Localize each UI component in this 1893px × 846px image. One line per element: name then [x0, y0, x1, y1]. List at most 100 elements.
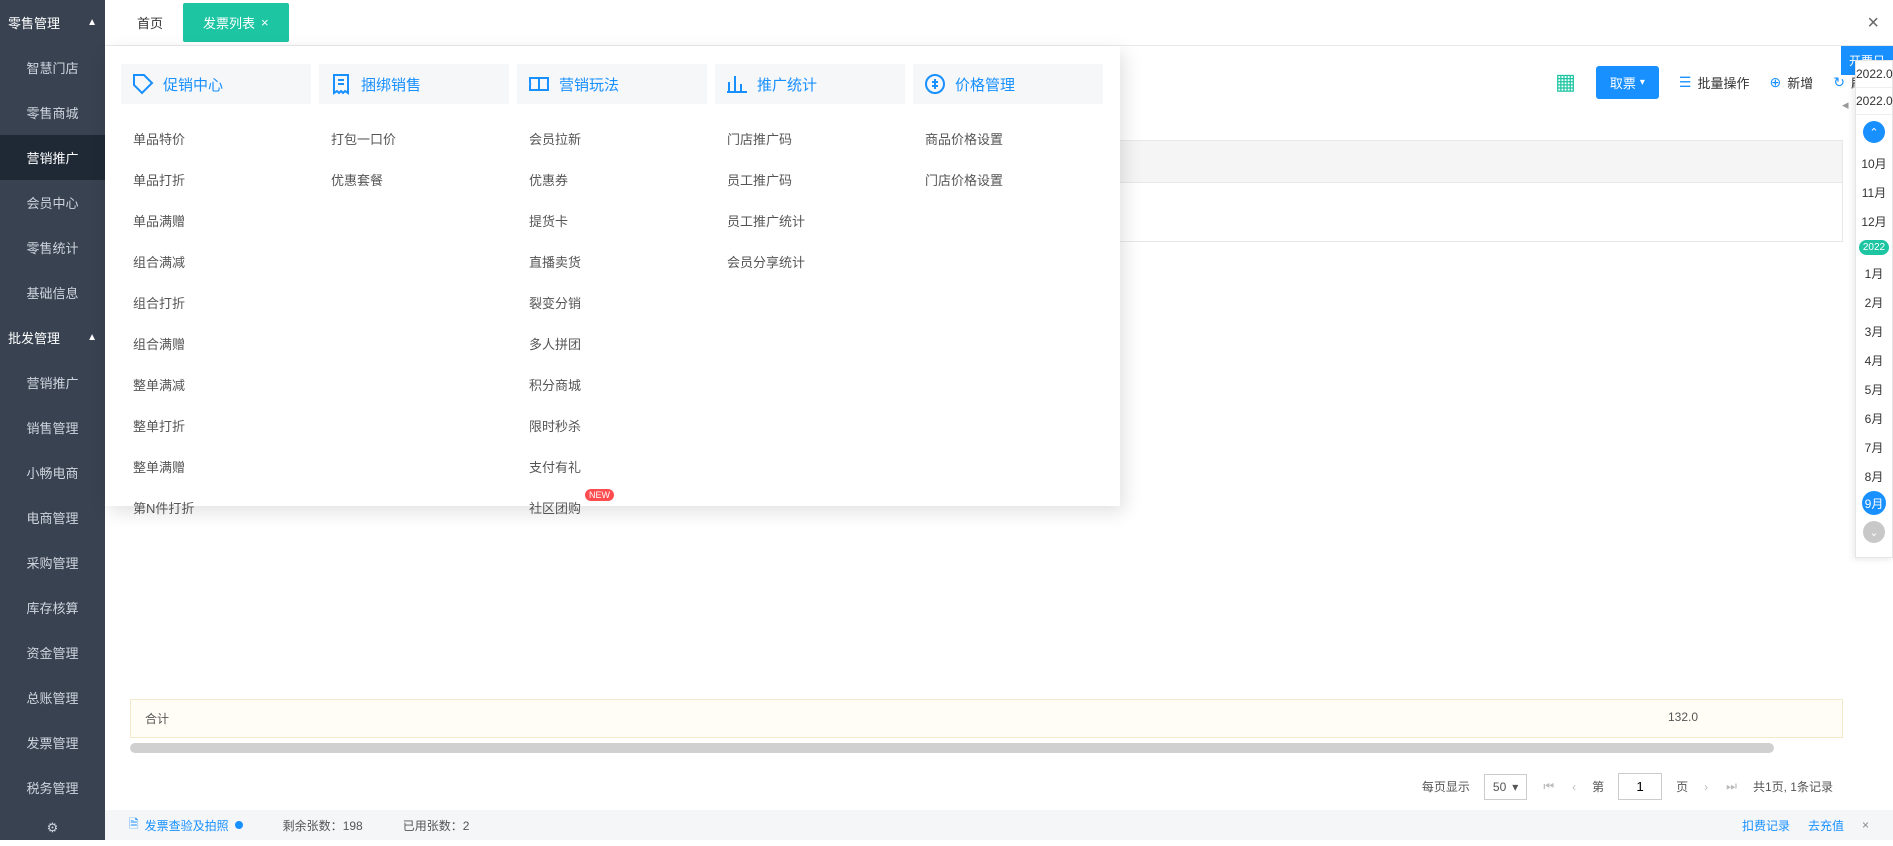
mega-item[interactable]: 多人拼团 [517, 323, 707, 364]
total-amount: 132.0 [1668, 710, 1698, 727]
mega-item[interactable]: 优惠套餐 [319, 159, 509, 200]
mega-col-marketing: 营销玩法 会员拉新 优惠券 提货卡 直播卖货 裂变分销 多人拼团 积分商城 限时… [517, 64, 707, 488]
mega-item[interactable]: 商品价格设置 [913, 118, 1103, 159]
date-top[interactable]: 2022.0 [1856, 88, 1892, 115]
month-item[interactable]: 10月 [1861, 149, 1886, 178]
mega-item[interactable]: 支付有礼 [517, 446, 707, 487]
sidebar-item-marketing[interactable]: 营销推广 [0, 135, 105, 180]
invoice-verify-link[interactable]: 🗎发票查验及拍照 [129, 815, 243, 836]
month-item[interactable]: 4月 [1865, 346, 1884, 375]
mega-col-promo: 促销中心 单品特价 单品打折 单品满赠 组合满减 组合打折 组合满赠 整单满减 … [121, 64, 311, 488]
close-icon[interactable]: × [1862, 818, 1869, 832]
sidebar-item-retail-stats[interactable]: 零售统计 [0, 225, 105, 270]
sidebar-item-tax[interactable]: 税务管理 [0, 765, 105, 810]
gear-icon: ⚙ [47, 820, 59, 835]
mega-item[interactable]: 裂变分销 [517, 282, 707, 323]
mega-item[interactable]: 员工推广码 [715, 159, 905, 200]
sidebar-item-wholesale-marketing[interactable]: 营销推广 [0, 360, 105, 405]
sidebar-item-finance[interactable]: 资金管理 [0, 630, 105, 675]
mega-item[interactable]: 限时秒杀 [517, 405, 707, 446]
tab-invoice-list[interactable]: 发票列表× [183, 3, 289, 42]
tag-icon [131, 72, 155, 96]
month-item[interactable]: 2月 [1865, 288, 1884, 317]
sidebar-item-basic-info[interactable]: 基础信息 [0, 270, 105, 315]
mega-item[interactable]: 整单满减 [121, 364, 311, 405]
mega-head-bundle: 捆绑销售 [319, 64, 509, 104]
dot-icon [235, 821, 243, 829]
date-top[interactable]: 2022.0 [1856, 61, 1892, 88]
close-icon[interactable]: × [261, 15, 269, 30]
tab-home[interactable]: 首页 [117, 3, 183, 42]
sidebar-item-sales-mgmt[interactable]: 销售管理 [0, 405, 105, 450]
billing-log-link[interactable]: 扣费记录 [1742, 817, 1790, 834]
qrcode-icon[interactable]: ▦ [1555, 69, 1576, 95]
recharge-link[interactable]: 去充值 [1808, 817, 1844, 834]
month-item[interactable]: 8月 [1865, 462, 1884, 491]
month-item[interactable]: 1月 [1865, 259, 1884, 288]
mega-item[interactable]: 组合满减 [121, 241, 311, 282]
scroll-down-icon[interactable]: ⌄ [1863, 521, 1885, 543]
total-label: 合计 [145, 710, 169, 727]
page-first[interactable]: ⏮ [1541, 779, 1556, 794]
page-prev[interactable]: ‹ [1570, 780, 1578, 794]
page-last[interactable]: ⏭ [1724, 779, 1739, 794]
chevron-up-icon: ▲ [87, 17, 97, 28]
sidebar-item-ecomm-mgmt[interactable]: 电商管理 [0, 495, 105, 540]
mega-head-price: 价格管理 [913, 64, 1103, 104]
page-input[interactable] [1618, 773, 1662, 800]
year-badge: 2022 [1859, 240, 1889, 255]
mega-item[interactable]: 单品打折 [121, 159, 311, 200]
sidebar-item-ledger[interactable]: 总账管理 [0, 675, 105, 720]
month-item[interactable]: 11月 [1862, 178, 1886, 207]
scroll-up-icon[interactable]: ⌃ [1863, 121, 1885, 143]
mega-item[interactable]: 第N件打折 [121, 487, 311, 528]
h-scrollbar[interactable] [130, 743, 1843, 755]
month-item[interactable]: 7月 [1865, 433, 1884, 462]
sidebar-item-invoice[interactable]: 发票管理 [0, 720, 105, 765]
mega-item[interactable]: 组合打折 [121, 282, 311, 323]
mega-item[interactable]: 会员分享统计 [715, 241, 905, 282]
mega-item[interactable]: 直播卖货 [517, 241, 707, 282]
batch-button[interactable]: ☰批量操作 [1679, 73, 1750, 92]
mega-item[interactable]: 会员拉新 [517, 118, 707, 159]
tabs-close-all[interactable]: × [1867, 12, 1879, 35]
sidebar-group-retail[interactable]: 零售管理▲ [0, 0, 105, 45]
page-size-select[interactable]: 50▾ [1484, 774, 1527, 800]
mega-item[interactable]: 社区团购NEW [517, 487, 707, 528]
fetch-invoice-button[interactable]: 取票▾ [1596, 66, 1659, 99]
top-tabs: 首页 发票列表× × [105, 0, 1893, 46]
receipt-icon [329, 72, 353, 96]
collapse-handle[interactable]: ◂ [1842, 97, 1849, 113]
mega-item[interactable]: 整单打折 [121, 405, 311, 446]
mega-item[interactable]: 提货卡 [517, 200, 707, 241]
mega-item[interactable]: 门店推广码 [715, 118, 905, 159]
sidebar-item-ecommerce[interactable]: 小畅电商 [0, 450, 105, 495]
mega-item[interactable]: 组合满赠 [121, 323, 311, 364]
chevron-down-icon: ▾ [1512, 780, 1518, 794]
remaining-count: 剩余张数：198 [283, 817, 363, 834]
month-item[interactable]: 3月 [1865, 317, 1884, 346]
mega-item[interactable]: 单品特价 [121, 118, 311, 159]
sidebar-item-members[interactable]: 会员中心 [0, 180, 105, 225]
mega-head-promo: 促销中心 [121, 64, 311, 104]
mega-item[interactable]: 员工推广统计 [715, 200, 905, 241]
page-next[interactable]: › [1702, 780, 1710, 794]
month-item[interactable]: 6月 [1865, 404, 1884, 433]
table-total-row: 合计 132.0 [130, 699, 1843, 738]
mega-item[interactable]: 积分商城 [517, 364, 707, 405]
sidebar-item-inventory[interactable]: 库存核算 [0, 585, 105, 630]
sidebar-item-smart-store[interactable]: 智慧门店 [0, 45, 105, 90]
mega-item[interactable]: 优惠券 [517, 159, 707, 200]
mega-item[interactable]: 门店价格设置 [913, 159, 1103, 200]
sidebar-item-purchase[interactable]: 采购管理 [0, 540, 105, 585]
mega-item[interactable]: 整单满赠 [121, 446, 311, 487]
add-button[interactable]: ⊕新增 [1770, 73, 1814, 92]
mega-item[interactable]: 打包一口价 [319, 118, 509, 159]
sidebar-item-retail-mall[interactable]: 零售商城 [0, 90, 105, 135]
month-item[interactable]: 12月 [1861, 207, 1886, 236]
sidebar-group-wholesale[interactable]: 批发管理▲ [0, 315, 105, 360]
mega-item[interactable]: 单品满赠 [121, 200, 311, 241]
month-item-active[interactable]: 9月 [1862, 491, 1886, 515]
settings-gear[interactable]: ⚙ [0, 810, 105, 846]
month-item[interactable]: 5月 [1865, 375, 1884, 404]
